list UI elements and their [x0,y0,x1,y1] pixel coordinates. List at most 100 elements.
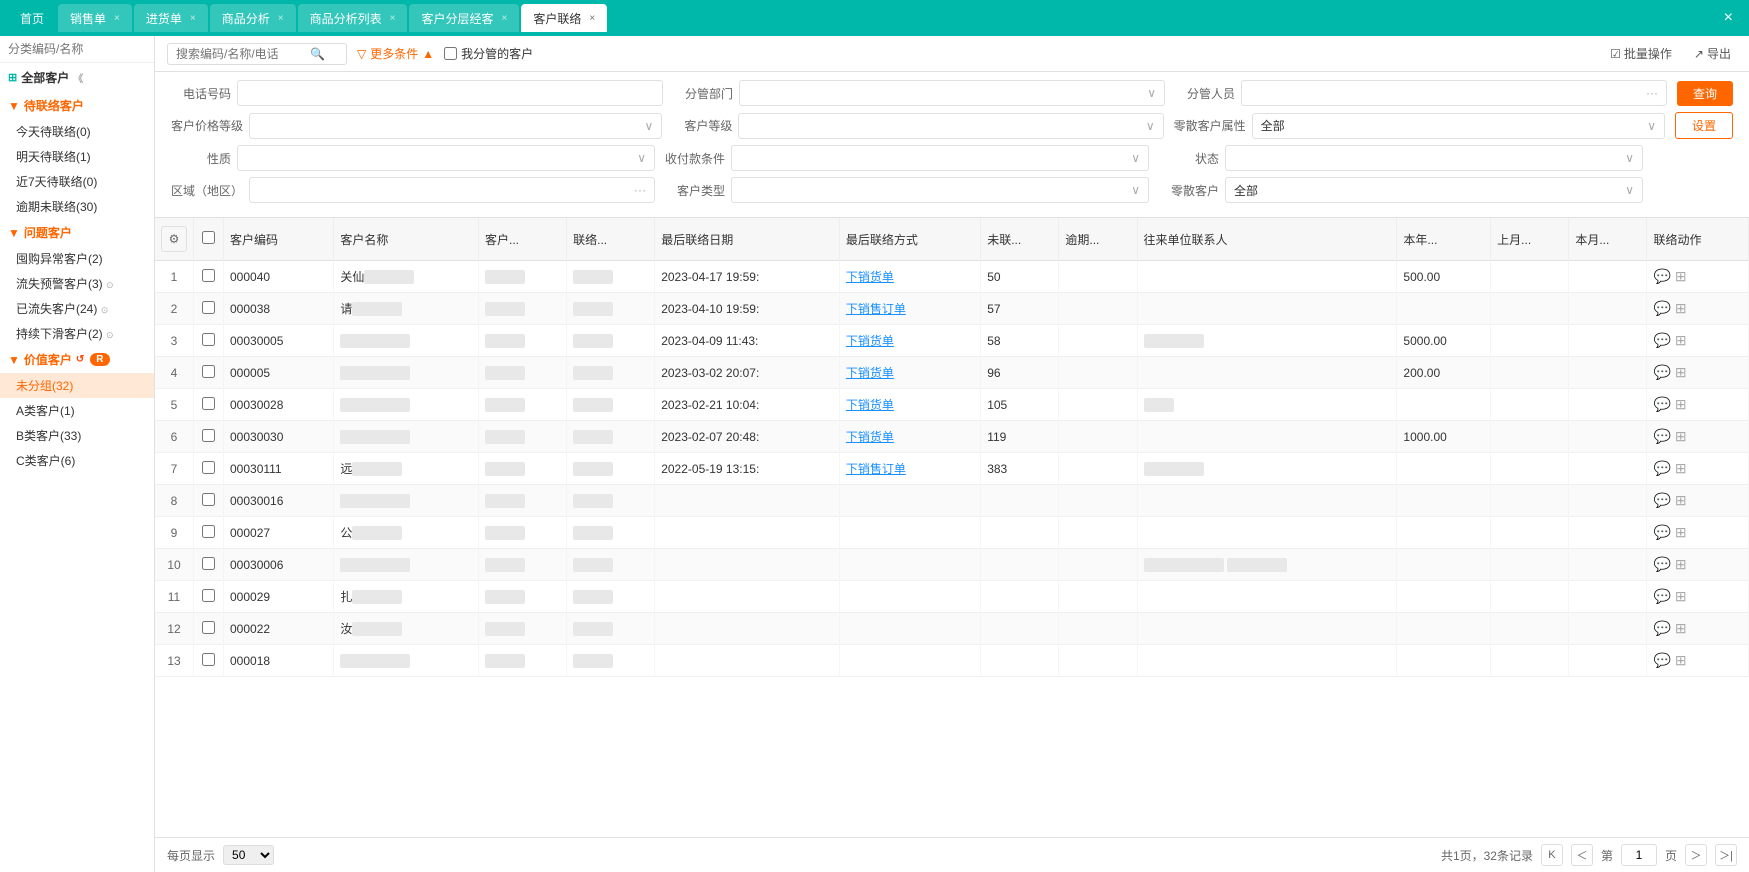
sidebar-item-overdue-contact[interactable]: 逾期未联络(30) [0,194,154,219]
sidebar-item-declining[interactable]: 持续下滑客户(2) ⊙ [0,321,154,346]
export-btn[interactable]: ↗ 导出 [1688,42,1737,65]
dept-select[interactable]: ∨ [739,80,1165,106]
row-action[interactable]: 💬 ⊞ [1647,613,1749,645]
row-last-method[interactable] [839,581,980,613]
tab-purchase[interactable]: 进货单 × [134,4,208,32]
page-input[interactable] [1621,844,1657,866]
row-action[interactable]: 💬 ⊞ [1647,261,1749,293]
tab-product-analysis-list[interactable]: 商品分析列表 × [298,4,408,32]
status-select[interactable]: ∨ [1225,145,1643,171]
settings-icon[interactable]: ⚙ [161,226,187,252]
row-checkbox[interactable] [202,461,215,474]
row-action[interactable]: 💬 ⊞ [1647,581,1749,613]
row-checkbox[interactable] [202,365,215,378]
sidebar-search-input[interactable] [8,42,155,56]
row-action[interactable]: 💬 ⊞ [1647,389,1749,421]
row-checkbox[interactable] [202,301,215,314]
close-product-analysis-icon[interactable]: × [278,13,284,24]
grid-action-icon[interactable]: ⊞ [1675,428,1687,445]
row-checkbox-cell[interactable] [194,549,224,581]
row-action[interactable]: 💬 ⊞ [1647,549,1749,581]
filter-search-input[interactable] [176,47,306,61]
my-customers-check[interactable] [444,47,457,60]
batch-ops-btn[interactable]: ☑ 批量操作 [1604,42,1678,65]
last-method-link[interactable]: 下销售订单 [846,302,906,316]
row-checkbox-cell[interactable] [194,453,224,485]
row-last-method[interactable]: 下销售订单 [839,453,980,485]
row-checkbox-cell[interactable] [194,357,224,389]
row-checkbox-cell[interactable] [194,389,224,421]
settings-col[interactable]: ⚙ [155,218,194,261]
sidebar-all-customers[interactable]: ⊞ 全部客户 《 [0,63,154,92]
last-method-link[interactable]: 下销货单 [846,270,894,284]
message-icon[interactable]: 💬 [1653,620,1670,637]
close-segment-icon[interactable]: × [501,13,507,24]
row-checkbox[interactable] [202,621,215,634]
sidebar-item-week-contact[interactable]: 近7天待联络(0) [0,169,154,194]
region-select[interactable]: ··· [249,177,655,203]
message-icon[interactable]: 💬 [1653,428,1670,445]
sidebar-item-class-c[interactable]: C类客户(6) [0,448,154,473]
sidebar-item-loss-warning[interactable]: 流失预警客户(3) ⊙ [0,271,154,296]
price-level-select[interactable]: ∨ [249,113,662,139]
select-all-checkbox[interactable] [202,231,215,244]
checkbox-col[interactable] [194,218,224,261]
query-button[interactable]: 查询 [1677,81,1733,106]
message-icon[interactable]: 💬 [1653,396,1670,413]
group-problem-customers[interactable]: ▼ 问题客户 [0,219,154,246]
row-checkbox-cell[interactable] [194,261,224,293]
row-last-method[interactable] [839,517,980,549]
sidebar-item-today-contact[interactable]: 今天待联络(0) [0,119,154,144]
message-icon[interactable]: 💬 [1653,268,1670,285]
nature-select[interactable]: ∨ [237,145,655,171]
sidebar-item-unclassified[interactable]: 未分组(32) [0,373,154,398]
sidebar-item-tomorrow-contact[interactable]: 明天待联络(1) [0,144,154,169]
row-last-method[interactable]: 下销货单 [839,389,980,421]
close-contact-icon[interactable]: × [589,13,595,24]
group-pending-contact[interactable]: ▼ 待联络客户 [0,92,154,119]
row-checkbox-cell[interactable] [194,581,224,613]
row-checkbox-cell[interactable] [194,421,224,453]
grid-action-icon[interactable]: ⊞ [1675,268,1687,285]
row-checkbox[interactable] [202,493,215,506]
row-last-method[interactable]: 下销售订单 [839,293,980,325]
grid-action-icon[interactable]: ⊞ [1675,652,1687,669]
row-last-method[interactable] [839,485,980,517]
row-action[interactable]: 💬 ⊞ [1647,485,1749,517]
retail-select[interactable]: 全部 ∨ [1225,177,1643,203]
row-last-method[interactable] [839,613,980,645]
row-checkbox-cell[interactable] [194,325,224,357]
row-last-method[interactable]: 下销货单 [839,325,980,357]
first-page-btn[interactable]: K [1541,844,1563,866]
row-action[interactable]: 💬 ⊞ [1647,645,1749,677]
grid-action-icon[interactable]: ⊞ [1675,524,1687,541]
payment-select[interactable]: ∨ [731,145,1149,171]
refresh-icon[interactable]: ↺ [76,354,84,365]
phone-input[interactable] [237,80,663,106]
retail-attr-select[interactable]: 全部 ∨ [1252,113,1665,139]
row-last-method[interactable]: 下销货单 [839,421,980,453]
row-action[interactable]: 💬 ⊞ [1647,453,1749,485]
row-checkbox-cell[interactable] [194,645,224,677]
last-method-link[interactable]: 下销售订单 [846,462,906,476]
prev-page-btn[interactable]: ＜ [1571,844,1593,866]
grid-action-icon[interactable]: ⊞ [1675,300,1687,317]
next-page-btn[interactable]: ＞ [1685,844,1707,866]
my-customers-checkbox[interactable]: 我分管的客户 [444,45,533,62]
more-conditions-btn[interactable]: ▽ 更多条件 ▲ [357,45,434,62]
reset-button[interactable]: 设置 [1675,112,1733,139]
person-select[interactable]: ··· [1241,80,1667,106]
last-method-link[interactable]: 下销货单 [846,366,894,380]
close-purchase-icon[interactable]: × [190,13,196,24]
sidebar-item-hoarding-abnormal[interactable]: 囤购异常客户(2) [0,246,154,271]
message-icon[interactable]: 💬 [1653,556,1670,573]
row-last-method[interactable] [839,645,980,677]
row-checkbox[interactable] [202,333,215,346]
row-checkbox-cell[interactable] [194,517,224,549]
sidebar-search-bar[interactable]: 🔍 [0,36,154,63]
sidebar-item-lost[interactable]: 已流失客户(24) ⊙ [0,296,154,321]
row-checkbox[interactable] [202,397,215,410]
tab-customer-segment[interactable]: 客户分层经客 × [409,4,519,32]
grid-action-icon[interactable]: ⊞ [1675,492,1687,509]
grid-action-icon[interactable]: ⊞ [1675,396,1687,413]
